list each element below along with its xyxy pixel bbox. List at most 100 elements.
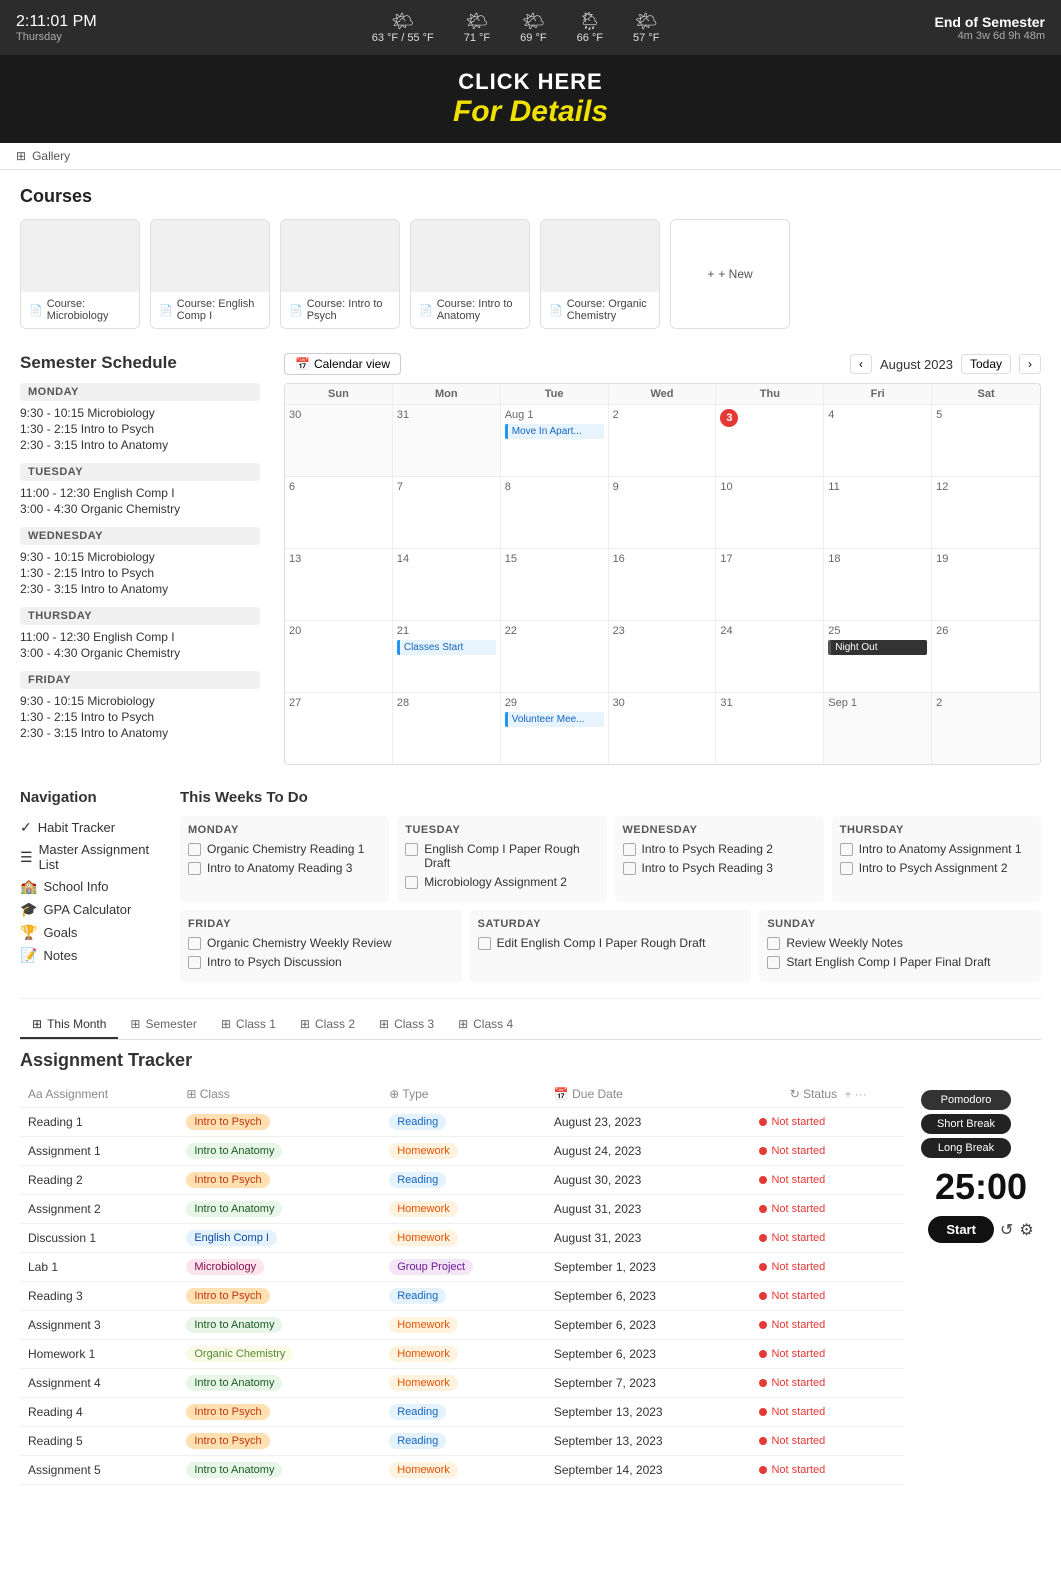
todo-checkbox[interactable] xyxy=(188,843,201,856)
todo-checkbox[interactable] xyxy=(623,843,636,856)
course-card-2[interactable]: 📄 Course: Intro to Psych xyxy=(280,219,400,329)
table-row: Assignment 4 Intro to Anatomy Homework S… xyxy=(20,1369,905,1398)
calendar-view-button[interactable]: 📅 Calendar view xyxy=(284,353,401,375)
gallery-tab[interactable]: ⊞ Gallery xyxy=(0,143,1061,170)
todo-checkbox[interactable] xyxy=(188,937,201,950)
cal-cell[interactable]: 13 xyxy=(285,548,393,620)
tuesday-class-0: 11:00 - 12:30 English Comp I xyxy=(20,485,260,501)
cal-cell[interactable]: 2 xyxy=(932,692,1040,764)
cal-cell[interactable]: Sep 1 xyxy=(824,692,932,764)
cal-cell[interactable]: 10 xyxy=(716,476,824,548)
pomodoro-start-button[interactable]: Start xyxy=(928,1216,994,1243)
calendar-next-button[interactable]: › xyxy=(1019,354,1041,374)
todo-item: Intro to Psych Reading 3 xyxy=(623,861,816,875)
cell-due: September 1, 2023 xyxy=(546,1253,752,1282)
tracker-content-wrapper: Assignment Tracker Aa Assignment ⊞ Class… xyxy=(20,1050,1041,1485)
cal-cell[interactable]: 8 xyxy=(501,476,609,548)
cal-cell[interactable]: 2 xyxy=(609,404,717,476)
tab-this-month[interactable]: ⊞ This Month xyxy=(20,1011,118,1039)
tab-class1[interactable]: ⊞ Class 1 xyxy=(209,1011,288,1039)
nav-item-school-info[interactable]: 🏫 School Info xyxy=(20,875,164,898)
cal-cell[interactable]: Aug 1Move In Apart... xyxy=(501,404,609,476)
cal-cell[interactable]: 31 xyxy=(716,692,824,764)
cal-cell[interactable]: 14 xyxy=(393,548,501,620)
cal-cell[interactable]: 25Night Out xyxy=(824,620,932,692)
cal-cell[interactable]: 24 xyxy=(716,620,824,692)
nav-item-notes[interactable]: 📝 Notes xyxy=(20,944,164,967)
course-card-1[interactable]: 📄 Course: English Comp I xyxy=(150,219,270,329)
ad-banner[interactable]: CLICK HERE For Details xyxy=(0,55,1061,143)
cal-cell[interactable]: 15 xyxy=(501,548,609,620)
todo-checkbox[interactable] xyxy=(767,956,780,969)
cal-cell[interactable]: 21Classes Start xyxy=(393,620,501,692)
calendar-prev-button[interactable]: ‹ xyxy=(850,354,872,374)
cal-cell[interactable]: 22 xyxy=(501,620,609,692)
todo-checkbox[interactable] xyxy=(188,956,201,969)
cal-cell[interactable]: 17 xyxy=(716,548,824,620)
cell-type: Homework xyxy=(381,1456,546,1485)
cal-cell[interactable]: 16 xyxy=(609,548,717,620)
cal-cell[interactable]: 30 xyxy=(285,404,393,476)
todo-checkbox[interactable] xyxy=(405,843,418,856)
course-label-4: 📄 Course: Organic Chemistry xyxy=(541,292,659,328)
weather-temps-3: 66 °F xyxy=(577,32,603,44)
pomodoro-reset-button[interactable]: ↺ xyxy=(1000,1220,1013,1240)
nav-item-master-assignment[interactable]: ☰ Master Assignment List xyxy=(20,839,164,875)
cal-cell[interactable]: 7 xyxy=(393,476,501,548)
todo-checkbox[interactable] xyxy=(188,862,201,875)
nav-item-habit-tracker[interactable]: ✓ Habit Tracker xyxy=(20,816,164,839)
todo-checkbox[interactable] xyxy=(767,937,780,950)
tab-class4[interactable]: ⊞ Class 4 xyxy=(446,1011,525,1039)
cal-cell[interactable]: 3 xyxy=(716,404,824,476)
course-card-4[interactable]: 📄 Course: Organic Chemistry xyxy=(540,219,660,329)
cal-cell[interactable]: 23 xyxy=(609,620,717,692)
long-break-button[interactable]: Long Break xyxy=(921,1138,1011,1158)
todo-checkbox[interactable] xyxy=(405,876,418,889)
cal-cell[interactable]: 5 xyxy=(932,404,1040,476)
cal-cell[interactable]: 19 xyxy=(932,548,1040,620)
cell-assignment: Assignment 4 xyxy=(20,1369,178,1398)
cal-cell[interactable]: 9 xyxy=(609,476,717,548)
nav-item-goals[interactable]: 🏆 Goals xyxy=(20,921,164,944)
more-col-icon[interactable]: ··· xyxy=(855,1087,867,1101)
todo-checkbox[interactable] xyxy=(840,843,853,856)
cal-cell[interactable]: 6 xyxy=(285,476,393,548)
cal-cell[interactable]: 20 xyxy=(285,620,393,692)
cal-cell[interactable]: 18 xyxy=(824,548,932,620)
todo-checkbox[interactable] xyxy=(478,937,491,950)
nav-item-gpa-calculator[interactable]: 🎓 GPA Calculator xyxy=(20,898,164,921)
pomodoro-settings-button[interactable]: ⚙ xyxy=(1019,1220,1033,1240)
cal-cell[interactable]: 12 xyxy=(932,476,1040,548)
cal-cell[interactable]: 31 xyxy=(393,404,501,476)
cal-cell[interactable]: 28 xyxy=(393,692,501,764)
todo-checkbox[interactable] xyxy=(840,862,853,875)
cal-header-thu: Thu xyxy=(716,384,824,404)
add-course-button[interactable]: + + New xyxy=(670,219,790,329)
course-icon-3: 📄 xyxy=(419,304,433,317)
cal-cell[interactable]: 30 xyxy=(609,692,717,764)
pomodoro-button[interactable]: Pomodoro xyxy=(921,1090,1011,1110)
cal-cell[interactable]: 4 xyxy=(824,404,932,476)
course-card-0[interactable]: 📄 Course: Microbiology xyxy=(20,219,140,329)
calendar-today-button[interactable]: Today xyxy=(961,354,1011,374)
todo-checkbox[interactable] xyxy=(623,862,636,875)
cal-cell[interactable]: 29Volunteer Mee... xyxy=(501,692,609,764)
short-break-button[interactable]: Short Break xyxy=(921,1114,1011,1134)
cal-cell[interactable]: 26 xyxy=(932,620,1040,692)
course-card-3[interactable]: 📄 Course: Intro to Anatomy xyxy=(410,219,530,329)
class-icon: ⊞ xyxy=(186,1087,196,1101)
tab-class3[interactable]: ⊞ Class 3 xyxy=(367,1011,446,1039)
status-text: Not started xyxy=(771,1145,825,1157)
ad-click-text: CLICK HERE xyxy=(14,69,1047,95)
cal-cell[interactable]: 27 xyxy=(285,692,393,764)
add-col-icon[interactable]: + xyxy=(844,1087,851,1101)
tuesday-block: TUESDAY 11:00 - 12:30 English Comp I 3:0… xyxy=(20,463,260,517)
calendar-month: August 2023 xyxy=(880,357,953,372)
status-text: Not started xyxy=(771,1261,825,1273)
weather-icon-1: 🌤 xyxy=(466,11,489,32)
current-time: 2:11:01 PM xyxy=(16,13,97,31)
tab-class2[interactable]: ⊞ Class 2 xyxy=(288,1011,367,1039)
schedule-title: Semester Schedule xyxy=(20,353,260,373)
cal-cell[interactable]: 11 xyxy=(824,476,932,548)
tab-semester[interactable]: ⊞ Semester xyxy=(118,1011,208,1039)
